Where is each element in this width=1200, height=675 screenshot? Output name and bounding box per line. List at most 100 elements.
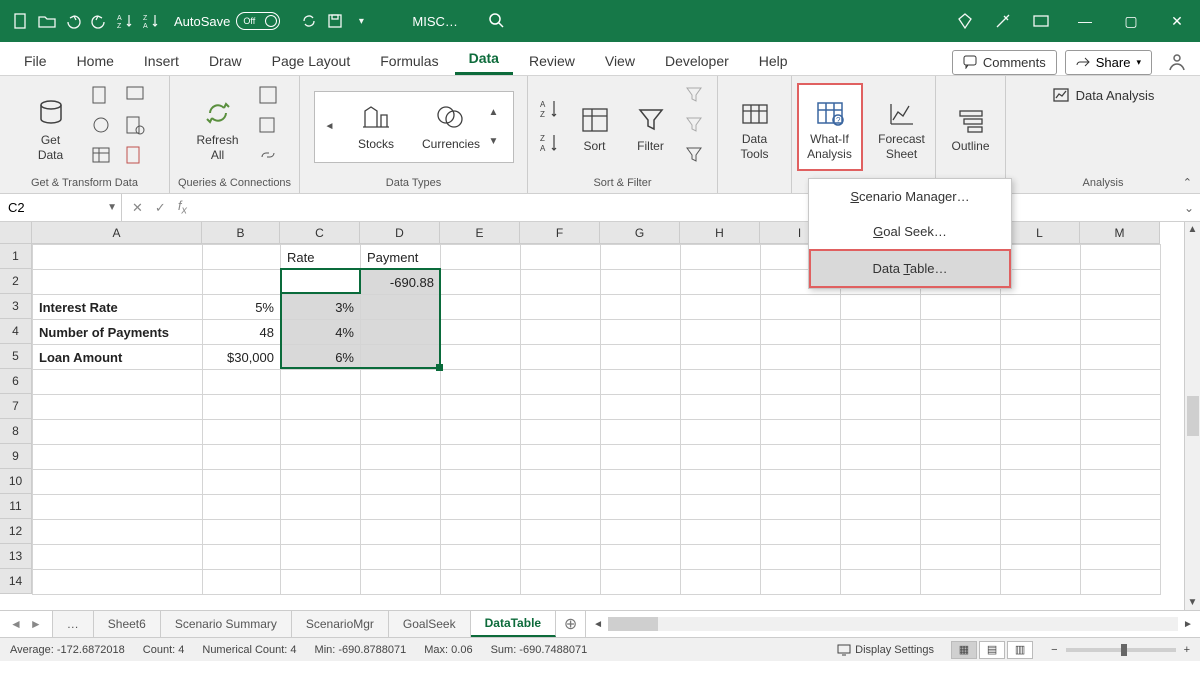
cell[interactable]: [203, 545, 281, 570]
cell[interactable]: [601, 245, 681, 270]
tab-draw[interactable]: Draw: [195, 47, 256, 75]
cell[interactable]: [681, 320, 761, 345]
cell[interactable]: [441, 370, 521, 395]
cell[interactable]: [521, 470, 601, 495]
cell[interactable]: [33, 370, 203, 395]
cell[interactable]: [601, 295, 681, 320]
sync-icon[interactable]: [298, 10, 320, 32]
forecast-sheet-button[interactable]: Forecast Sheet: [873, 83, 931, 171]
currencies-type[interactable]: Currencies: [414, 103, 489, 151]
cell[interactable]: [601, 270, 681, 295]
cell[interactable]: [681, 545, 761, 570]
cell[interactable]: [921, 370, 1001, 395]
cell[interactable]: [1081, 245, 1161, 270]
row-header[interactable]: 6: [0, 369, 32, 394]
profile-icon[interactable]: [1164, 49, 1190, 75]
column-header[interactable]: A: [32, 222, 202, 244]
formula-input[interactable]: [197, 200, 1178, 215]
new-sheet-button[interactable]: ⊕: [556, 611, 586, 637]
cell[interactable]: [841, 395, 921, 420]
cell[interactable]: [601, 370, 681, 395]
cell[interactable]: [203, 520, 281, 545]
sheet-nav-prev-icon[interactable]: ◄: [10, 617, 22, 631]
goal-seek-item[interactable]: Goal Seek…: [809, 214, 1011, 249]
cell[interactable]: [681, 245, 761, 270]
row-header[interactable]: 12: [0, 519, 32, 544]
data-table-item[interactable]: Data Table…: [809, 249, 1011, 288]
cell[interactable]: [361, 370, 441, 395]
cell[interactable]: [281, 470, 361, 495]
horizontal-scrollbar[interactable]: ◄►: [586, 611, 1200, 637]
cell[interactable]: [203, 270, 281, 295]
column-header[interactable]: H: [680, 222, 760, 244]
sheet-tab[interactable]: GoalSeek: [389, 611, 471, 637]
cell[interactable]: [921, 520, 1001, 545]
cell[interactable]: [921, 345, 1001, 370]
cell[interactable]: [921, 295, 1001, 320]
new-file-icon[interactable]: [10, 10, 32, 32]
cell[interactable]: [361, 570, 441, 595]
cell[interactable]: [361, 395, 441, 420]
cell[interactable]: [441, 470, 521, 495]
cell[interactable]: [521, 395, 601, 420]
column-header[interactable]: L: [1000, 222, 1080, 244]
cell[interactable]: [441, 520, 521, 545]
cell[interactable]: $30,000: [203, 345, 281, 370]
cell[interactable]: [1081, 495, 1161, 520]
sheet-tab[interactable]: DataTable: [471, 611, 556, 637]
cell[interactable]: [281, 420, 361, 445]
cell[interactable]: Payment: [361, 245, 441, 270]
reapply-icon[interactable]: [684, 115, 708, 139]
undo-icon[interactable]: [62, 10, 84, 32]
row-header[interactable]: 5: [0, 344, 32, 369]
cell[interactable]: [681, 495, 761, 520]
ribbon-display-icon[interactable]: [1030, 10, 1052, 32]
comments-button[interactable]: Comments: [952, 50, 1057, 75]
sort-desc-icon[interactable]: ZA: [140, 10, 162, 32]
cell[interactable]: [761, 345, 841, 370]
zoom-out-button[interactable]: −: [1051, 644, 1057, 656]
tab-file[interactable]: File: [10, 47, 61, 75]
cell[interactable]: 4%: [281, 320, 361, 345]
row-header[interactable]: 11: [0, 494, 32, 519]
cell[interactable]: [921, 395, 1001, 420]
cell[interactable]: [33, 495, 203, 520]
column-header[interactable]: E: [440, 222, 520, 244]
autosave-toggle[interactable]: AutoSave Off: [174, 12, 280, 30]
diamond-icon[interactable]: [954, 10, 976, 32]
cell[interactable]: [601, 320, 681, 345]
cell[interactable]: [521, 545, 601, 570]
cell[interactable]: [33, 470, 203, 495]
enter-formula-icon[interactable]: ✓: [155, 200, 166, 216]
cell[interactable]: [841, 320, 921, 345]
cell[interactable]: [361, 295, 441, 320]
clear-filter-icon[interactable]: [684, 85, 708, 109]
cell[interactable]: [601, 445, 681, 470]
cell[interactable]: [521, 445, 601, 470]
cell[interactable]: [761, 545, 841, 570]
tab-formulas[interactable]: Formulas: [366, 47, 452, 75]
cell[interactable]: [1001, 245, 1081, 270]
cell[interactable]: [1081, 520, 1161, 545]
redo-icon[interactable]: [88, 10, 110, 32]
cell[interactable]: [521, 245, 601, 270]
tab-developer[interactable]: Developer: [651, 47, 743, 75]
cell[interactable]: [1081, 570, 1161, 595]
row-header[interactable]: 7: [0, 394, 32, 419]
get-data-button[interactable]: Get Data: [21, 83, 81, 171]
row-header[interactable]: 2: [0, 269, 32, 294]
cell[interactable]: [361, 345, 441, 370]
page-layout-view-button[interactable]: ▤: [979, 641, 1005, 659]
cell[interactable]: [681, 270, 761, 295]
wand-icon[interactable]: [992, 10, 1014, 32]
cell[interactable]: [761, 470, 841, 495]
cell[interactable]: [761, 445, 841, 470]
cell[interactable]: 5%: [203, 295, 281, 320]
cell[interactable]: [361, 320, 441, 345]
vertical-scrollbar[interactable]: ▲▼: [1184, 222, 1200, 610]
open-file-icon[interactable]: [36, 10, 58, 32]
cell[interactable]: [521, 420, 601, 445]
cell[interactable]: [921, 570, 1001, 595]
cell[interactable]: [441, 295, 521, 320]
cell[interactable]: [841, 520, 921, 545]
